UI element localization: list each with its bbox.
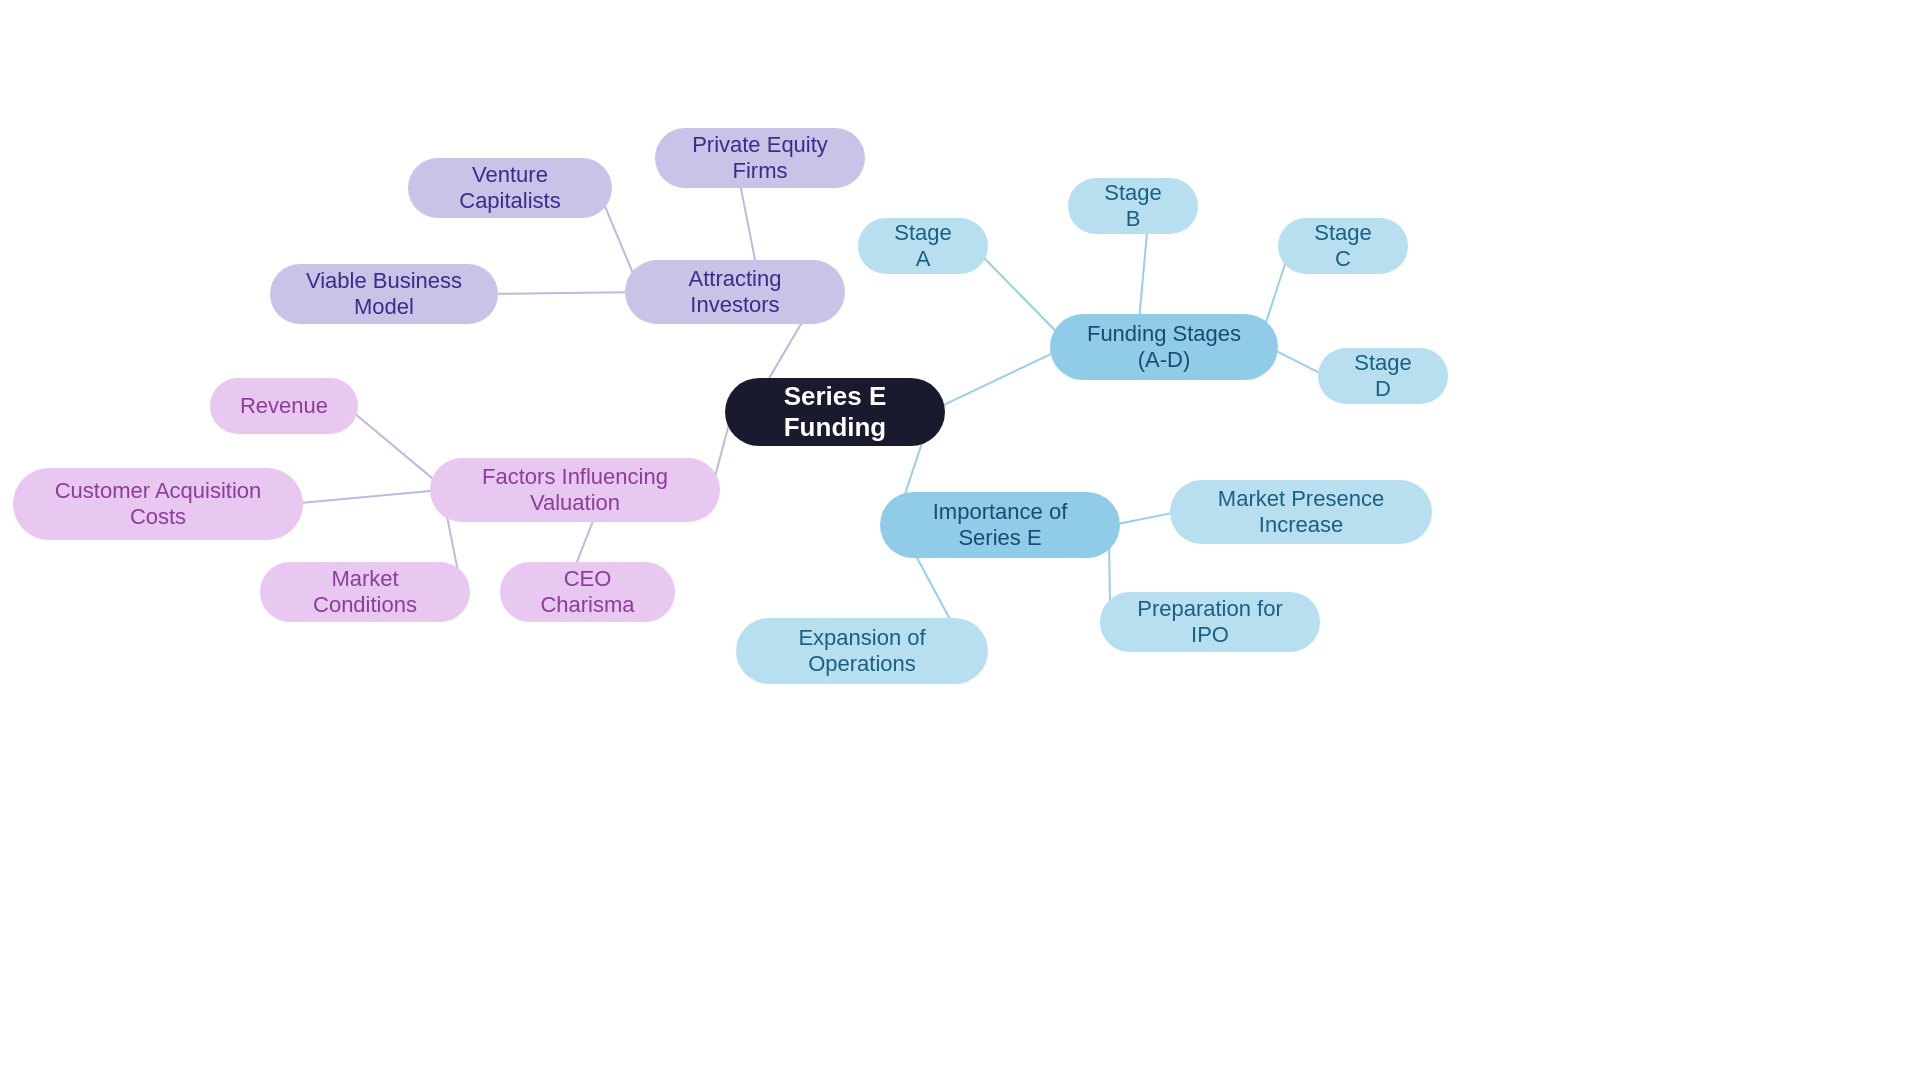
svg-line-2 (741, 187, 755, 260)
svg-line-6 (303, 491, 430, 503)
svg-line-10 (983, 257, 1059, 334)
node-customer-acquisition[interactable]: Customer Acquisition Costs (13, 468, 303, 540)
node-importance-series-e[interactable]: Importance of Series E (880, 492, 1120, 558)
node-revenue[interactable]: Revenue (210, 378, 358, 434)
node-viable-business-model[interactable]: Viable Business Model (270, 264, 498, 324)
node-market-conditions[interactable]: Market Conditions (260, 562, 470, 622)
node-ceo-charisma[interactable]: CEO Charisma (500, 562, 675, 622)
node-stage-c[interactable]: Stage C (1278, 218, 1408, 274)
svg-line-5 (355, 414, 436, 481)
node-stage-b[interactable]: Stage B (1068, 178, 1198, 234)
svg-line-15 (1120, 513, 1170, 523)
svg-line-4 (714, 422, 730, 481)
svg-line-0 (765, 317, 806, 386)
node-preparation-ipo[interactable]: Preparation for IPO (1100, 592, 1320, 652)
node-market-presence[interactable]: Market Presence Increase (1170, 480, 1432, 544)
node-venture-capitalists[interactable]: Venture Capitalists (408, 158, 612, 218)
svg-line-12 (1263, 260, 1286, 331)
svg-line-13 (1277, 351, 1319, 372)
center-node[interactable]: Series E Funding (725, 378, 945, 446)
svg-line-3 (498, 292, 625, 294)
node-private-equity-firms[interactable]: Private Equity Firms (655, 128, 865, 188)
svg-line-11 (1140, 233, 1147, 314)
svg-line-17 (911, 547, 955, 628)
svg-line-9 (943, 353, 1052, 405)
node-factors-influencing[interactable]: Factors Influencing Valuation (430, 458, 720, 522)
node-attracting-investors[interactable]: Attracting Investors (625, 260, 845, 324)
svg-line-8 (577, 522, 593, 562)
node-stage-d[interactable]: Stage D (1318, 348, 1448, 404)
node-funding-stages[interactable]: Funding Stages (A-D) (1050, 314, 1278, 380)
node-expansion-operations[interactable]: Expansion of Operations (736, 618, 988, 684)
node-stage-a[interactable]: Stage A (858, 218, 988, 274)
svg-line-1 (603, 201, 636, 279)
